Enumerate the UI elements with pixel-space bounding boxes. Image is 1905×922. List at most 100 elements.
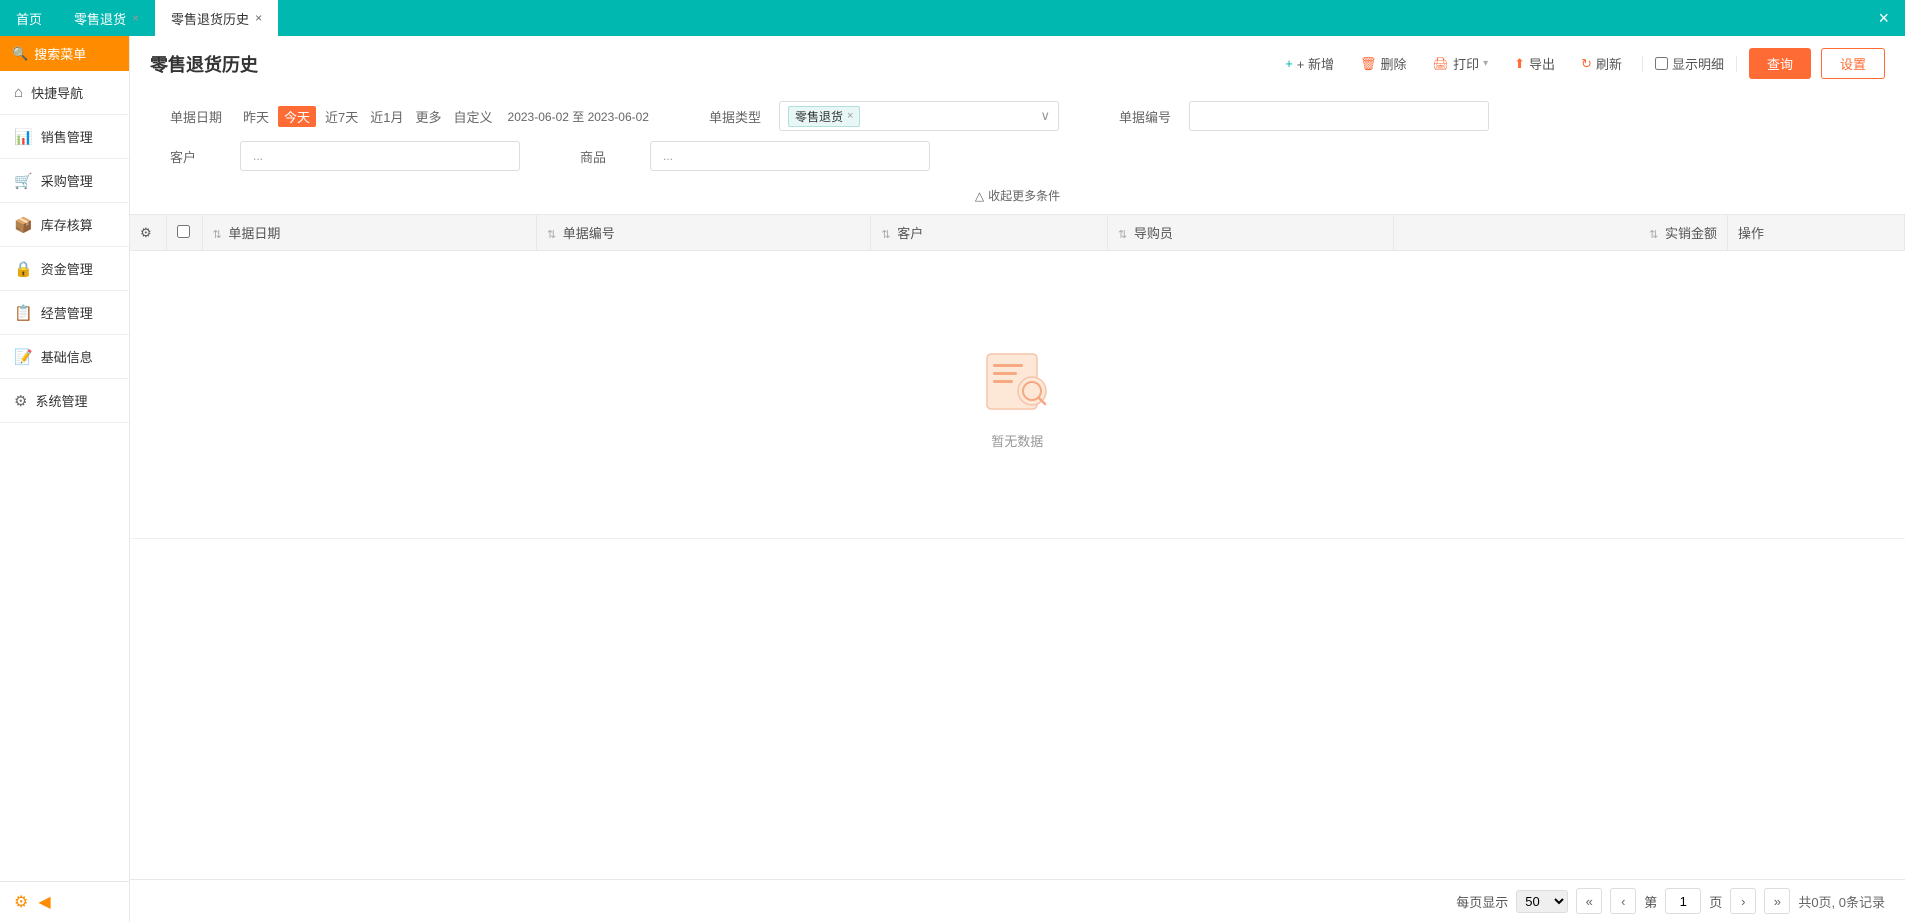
top-tab-bar: 首页 零售退货 × 零售退货历史 × × [0,0,1905,36]
search-icon: 🔍 [12,46,28,62]
table-wrap: ⚙ ⇅ 单据日期 ⇅ 单据编号 [130,215,1905,879]
sidebar-search[interactable]: 🔍 搜索菜单 [0,36,129,71]
settings-bottom-icon[interactable]: ⚙ [14,892,28,912]
goods-ellipsis: ... [663,149,673,163]
date-opt-yesterday[interactable]: 昨天 [240,106,272,127]
purchase-icon: 🛒 [14,172,33,190]
filter-row-customer: 客户 ... 商品 ... [170,141,1865,171]
sidebar-item-system[interactable]: ⚙ 系统管理 [0,379,129,423]
show-detail-input[interactable] [1655,57,1668,70]
sidebar: 🔍 搜索菜单 ⌂ 快捷导航 📊 销售管理 🛒 采购管理 📦 库存核算 🔒 资金管… [0,36,130,922]
sidebar-item-finance[interactable]: 🔒 资金管理 [0,247,129,291]
doc-number-input[interactable] [1189,101,1489,131]
export-button[interactable]: ⬆ 导出 [1506,50,1563,77]
page-number-input[interactable] [1665,888,1701,914]
refresh-button[interactable]: ↻ 刷新 [1573,50,1630,77]
collapse-sidebar-icon[interactable]: ◀ [38,892,50,912]
doc-number-filter-label: 单据编号 [1119,107,1189,126]
main-layout: 🔍 搜索菜单 ⌂ 快捷导航 📊 销售管理 🛒 采购管理 📦 库存核算 🔒 资金管… [0,36,1905,922]
th-date[interactable]: ⇅ 单据日期 [202,215,536,251]
collapse-button[interactable]: △ 收起更多条件 [975,187,1060,204]
date-filter-label: 单据日期 [170,107,240,126]
sales-icon: 📊 [14,128,33,146]
date-range-display: 2023-06-02 至 2023-06-02 [508,108,649,125]
guide-sort-icon: ⇅ [1118,229,1127,241]
window-close-button[interactable]: × [1862,8,1905,29]
date-sort-icon: ⇅ [213,229,222,241]
new-button[interactable]: + + 新增 [1277,50,1342,77]
doc-type-tag-close[interactable]: × [847,110,853,122]
doc-type-select[interactable]: 零售退货 × ∨ [779,101,1059,131]
table-settings-icon[interactable]: ⚙ [140,225,152,240]
customer-select[interactable]: ... [240,141,520,171]
select-all-checkbox[interactable] [177,225,190,238]
collapse-row: △ 收起更多条件 [170,181,1865,214]
date-options: 昨天 今天 近7天 近1月 更多 自定义 2023-06-02 至 2023-0… [240,106,649,127]
date-opt-today[interactable]: 今天 [278,106,316,127]
page-title-row: 零售退货历史 + + 新增 🗑 删除 🖨 打印 ▾ [150,48,1885,79]
setting-button[interactable]: 设置 [1821,48,1885,79]
tab-retail-return-close[interactable]: × [132,11,139,25]
tab-home[interactable]: 首页 [0,0,58,36]
toolbar-divider [1642,56,1643,72]
next-page-icon: › [1741,894,1745,909]
print-button[interactable]: 🖨 打印 ▾ [1425,50,1497,77]
inventory-icon: 📦 [14,216,33,234]
print-arrow-icon: ▾ [1483,58,1488,69]
th-action: 操作 [1727,215,1904,251]
sidebar-bottom: ⚙ ◀ [0,881,129,922]
data-table: ⚙ ⇅ 单据日期 ⇅ 单据编号 [130,215,1905,539]
home-icon: ⌂ [14,84,23,101]
number-sort-icon: ⇅ [547,229,556,241]
th-number[interactable]: ⇅ 单据编号 [536,215,870,251]
show-detail-checkbox[interactable]: 显示明细 [1655,54,1724,73]
toolbar-divider2 [1736,56,1737,72]
sidebar-item-basic-info[interactable]: 📝 基础信息 [0,335,129,379]
last-page-button[interactable]: » [1764,888,1790,914]
prev-page-button[interactable]: ‹ [1610,888,1636,914]
sidebar-item-quick-nav[interactable]: ⌂ 快捷导航 [0,71,129,115]
th-amount[interactable]: ⇅ 实销金额 [1393,215,1727,251]
export-icon: ⬆ [1514,56,1525,72]
last-page-icon: » [1774,894,1781,909]
sidebar-item-sales[interactable]: 📊 销售管理 [0,115,129,159]
date-opt-more[interactable]: 更多 [413,106,445,127]
sidebar-item-inventory[interactable]: 📦 库存核算 [0,203,129,247]
table-header: ⚙ ⇅ 单据日期 ⇅ 单据编号 [130,215,1905,251]
prev-page-icon: ‹ [1621,894,1625,909]
new-icon: + [1285,56,1293,71]
date-opt-7days[interactable]: 近7天 [322,106,361,127]
sidebar-item-purchase[interactable]: 🛒 采购管理 [0,159,129,203]
query-button[interactable]: 查询 [1749,48,1811,79]
next-page-button[interactable]: › [1730,888,1756,914]
tab-retail-return-history-close[interactable]: × [255,11,262,25]
filter-row-date: 单据日期 昨天 今天 近7天 近1月 更多 自定义 2023-06-02 至 2… [170,101,1865,131]
date-opt-1month[interactable]: 近1月 [367,106,406,127]
th-check[interactable] [166,215,202,251]
sidebar-item-operations[interactable]: 📋 经营管理 [0,291,129,335]
empty-state: 暂无数据 [140,259,1895,530]
per-page-select[interactable]: 50 100 200 [1516,890,1568,913]
system-icon: ⚙ [14,392,27,410]
amount-sort-icon: ⇅ [1649,229,1658,241]
doc-type-tag: 零售退货 × [788,106,860,127]
goods-filter-label: 商品 [580,147,650,166]
basic-info-icon: 📝 [14,348,33,366]
delete-button[interactable]: 🗑 删除 [1352,50,1415,77]
th-customer[interactable]: ⇅ 客户 [871,215,1108,251]
operations-icon: 📋 [14,304,33,322]
customer-sort-icon: ⇅ [881,229,890,241]
doc-type-arrow-icon: ∨ [1040,108,1050,124]
content-area: 零售退货历史 + + 新增 🗑 删除 🖨 打印 ▾ [130,36,1905,922]
date-opt-custom[interactable]: 自定义 [451,106,496,127]
first-page-button[interactable]: « [1576,888,1602,914]
th-guide[interactable]: ⇅ 导购员 [1108,215,1394,251]
filter-area: 单据日期 昨天 今天 近7天 近1月 更多 自定义 2023-06-02 至 2… [150,91,1885,214]
goods-select[interactable]: ... [650,141,930,171]
page-label: 第 [1644,892,1657,911]
per-page-label: 每页显示 [1456,892,1508,911]
total-label: 共0页, 0条记录 [1798,892,1885,911]
tab-retail-return-history[interactable]: 零售退货历史 × [155,0,278,36]
th-settings[interactable]: ⚙ [130,215,166,251]
tab-retail-return[interactable]: 零售退货 × [58,0,155,36]
